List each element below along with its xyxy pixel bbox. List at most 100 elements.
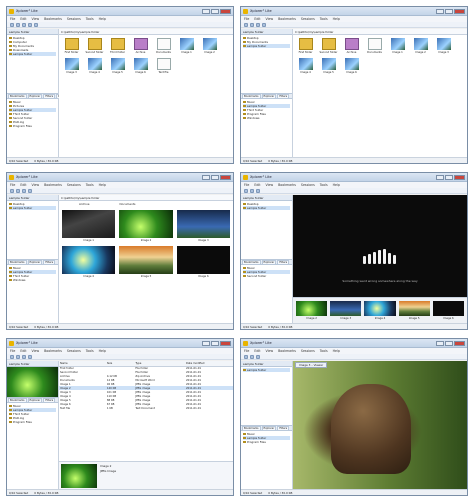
maximize-button[interactable] xyxy=(445,8,453,14)
menu-tools[interactable]: Tools xyxy=(86,183,94,187)
menu-bookmarks[interactable]: Bookmarks xyxy=(278,17,296,21)
tab-filters[interactable]: Filters xyxy=(43,398,56,402)
tab-bookmarks[interactable]: Bookmarks xyxy=(242,426,261,430)
menu-file[interactable]: File xyxy=(244,349,249,353)
tab-explorer[interactable]: Explorer xyxy=(27,260,43,264)
menu-edit[interactable]: Edit xyxy=(20,183,26,187)
menu-file[interactable]: File xyxy=(10,17,15,21)
file-item[interactable]: Image 5 xyxy=(319,58,338,74)
menu-view[interactable]: View xyxy=(32,17,40,21)
file-item[interactable]: Second folder xyxy=(85,38,104,54)
menu-sessions[interactable]: Sessions xyxy=(301,349,315,353)
menu-sessions[interactable]: Sessions xyxy=(67,183,81,187)
tab-explorer[interactable]: Explorer xyxy=(261,260,277,264)
menu-tools[interactable]: Tools xyxy=(86,349,94,353)
file-item[interactable]: Image 2 xyxy=(200,38,219,54)
tree-item-selected[interactable]: sample folder xyxy=(243,44,290,48)
maximize-button[interactable] xyxy=(445,340,453,346)
tab-explorer[interactable]: Explorer xyxy=(27,94,43,98)
back-icon[interactable] xyxy=(244,22,248,27)
menu-sessions[interactable]: Sessions xyxy=(67,349,81,353)
menu-edit[interactable]: Edit xyxy=(254,349,260,353)
file-item[interactable]: Image 4 xyxy=(85,58,104,74)
viewer-tab[interactable]: Image 3 – Viewer xyxy=(295,362,328,368)
menu-edit[interactable]: Edit xyxy=(20,17,26,21)
file-item[interactable]: Image 1 xyxy=(177,38,196,54)
tab-explorer[interactable]: Explorer xyxy=(27,398,43,402)
menu-file[interactable]: File xyxy=(244,17,249,21)
menu-sessions[interactable]: Sessions xyxy=(67,17,81,21)
up-icon[interactable] xyxy=(256,188,260,193)
tab-bookmarks[interactable]: Bookmarks xyxy=(242,260,261,264)
tab-bookmarks[interactable]: Bookmarks xyxy=(242,94,261,98)
file-item[interactable]: Second folder xyxy=(319,38,338,54)
menu-edit[interactable]: Edit xyxy=(254,17,260,21)
menu-edit[interactable]: Edit xyxy=(254,183,260,187)
forward-icon[interactable] xyxy=(16,354,20,359)
maximize-button[interactable] xyxy=(445,174,453,180)
back-icon[interactable] xyxy=(10,22,14,27)
file-item[interactable]: Image 6 xyxy=(131,58,150,74)
forward-icon[interactable] xyxy=(250,354,254,359)
menu-bookmarks[interactable]: Bookmarks xyxy=(44,17,62,21)
file-item[interactable]: Image 1 xyxy=(388,38,407,54)
menu-bookmarks[interactable]: Bookmarks xyxy=(44,183,62,187)
menu-help[interactable]: Help xyxy=(99,17,106,21)
filmstrip-item[interactable]: Image 6 xyxy=(432,301,465,320)
tree-item-selected[interactable]: sample folder xyxy=(243,368,290,372)
file-item[interactable]: Third folder xyxy=(108,38,127,54)
maximize-button[interactable] xyxy=(211,174,219,180)
menu-help[interactable]: Help xyxy=(333,17,340,21)
tab-explorer[interactable]: Explorer xyxy=(261,426,277,430)
menu-view[interactable]: View xyxy=(266,349,274,353)
file-item[interactable]: Archive xyxy=(342,38,361,54)
file-item[interactable]: Image 4 xyxy=(296,58,315,74)
tree-item[interactable]: Second folder xyxy=(243,274,290,278)
menu-file[interactable]: File xyxy=(10,349,15,353)
filmstrip-item[interactable]: Image 5 xyxy=(398,301,430,320)
tab-filters[interactable]: Filters xyxy=(43,94,56,98)
tab-filters[interactable]: Filters xyxy=(277,260,290,264)
close-button[interactable] xyxy=(454,340,465,346)
file-item[interactable]: Image 5 xyxy=(108,58,127,74)
image-thumb[interactable]: Image 2 xyxy=(119,210,173,242)
filmstrip-item[interactable]: Image 2 xyxy=(296,301,328,320)
minimize-button[interactable] xyxy=(202,340,210,346)
tree-item[interactable]: Windows xyxy=(243,116,290,120)
menu-tools[interactable]: Tools xyxy=(320,349,328,353)
menu-bookmarks[interactable]: Bookmarks xyxy=(278,183,296,187)
tree-item[interactable]: Windows xyxy=(9,278,56,282)
view-icon[interactable] xyxy=(262,22,266,27)
menu-tools[interactable]: Tools xyxy=(320,183,328,187)
menu-tools[interactable]: Tools xyxy=(86,17,94,21)
filmstrip-item[interactable]: Image 3 xyxy=(330,301,362,320)
close-button[interactable] xyxy=(454,174,465,180)
menu-file[interactable]: File xyxy=(244,183,249,187)
forward-icon[interactable] xyxy=(250,22,254,27)
menu-view[interactable]: View xyxy=(32,183,40,187)
tree-item[interactable]: Program Files xyxy=(243,440,290,444)
menu-tools[interactable]: Tools xyxy=(320,17,328,21)
back-icon[interactable] xyxy=(244,188,248,193)
close-button[interactable] xyxy=(220,340,231,346)
close-button[interactable] xyxy=(454,8,465,14)
copy-icon[interactable] xyxy=(28,22,32,27)
image-thumb[interactable]: Image 1 xyxy=(62,210,116,242)
file-item[interactable]: Image 2 xyxy=(411,38,430,54)
up-icon[interactable] xyxy=(256,22,260,27)
minimize-button[interactable] xyxy=(436,8,444,14)
view-icon[interactable] xyxy=(34,22,38,27)
minimize-button[interactable] xyxy=(202,8,210,14)
back-icon[interactable] xyxy=(10,354,14,359)
tree-item[interactable]: Program Files xyxy=(9,420,56,424)
file-item[interactable]: Archive xyxy=(131,38,150,54)
menu-sessions[interactable]: Sessions xyxy=(301,17,315,21)
file-item[interactable]: First folder xyxy=(296,38,315,54)
up-icon[interactable] xyxy=(22,22,26,27)
forward-icon[interactable] xyxy=(16,22,20,27)
menu-view[interactable]: View xyxy=(266,17,274,21)
tab-filters[interactable]: Filters xyxy=(43,260,56,264)
minimize-button[interactable] xyxy=(436,340,444,346)
maximize-button[interactable] xyxy=(211,340,219,346)
tree-item-selected[interactable]: sample folder xyxy=(9,52,56,56)
